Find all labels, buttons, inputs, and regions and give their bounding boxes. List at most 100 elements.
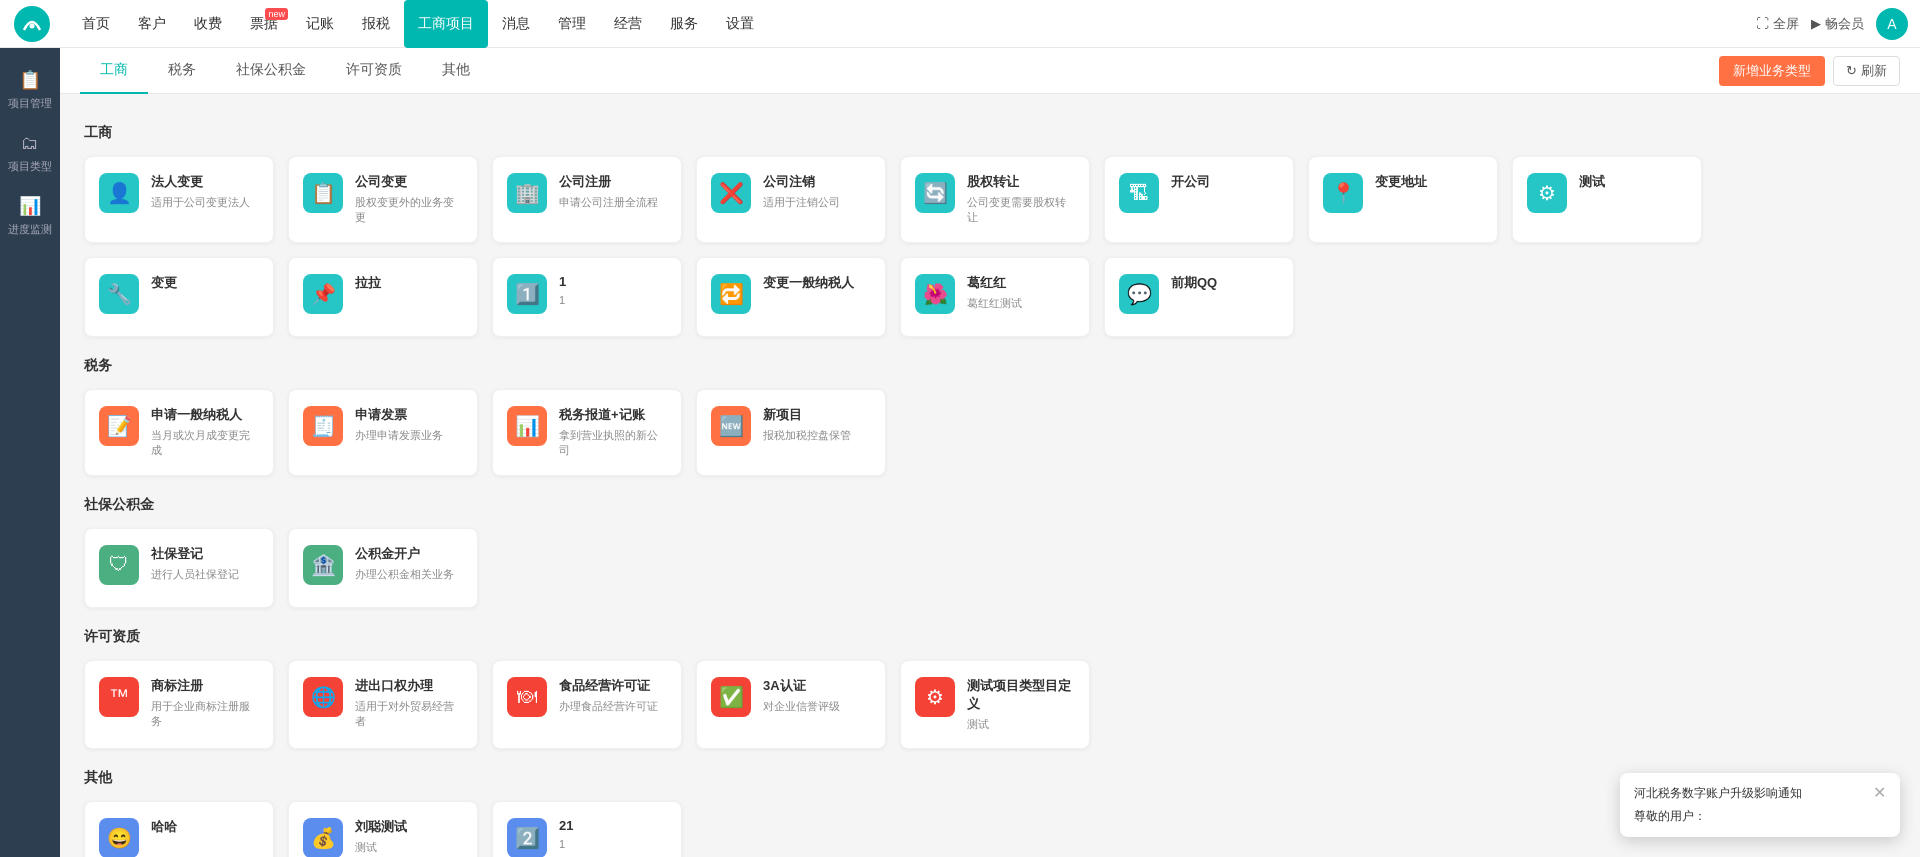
notif-close-button[interactable]: ✕	[1873, 785, 1886, 801]
refresh-button[interactable]: ↻ 刷新	[1833, 56, 1900, 86]
card-食品经营许可证[interactable]: 🍽 食品经营许可证 办理食品经营许可证	[492, 660, 682, 749]
card-icon: 💬	[1119, 274, 1159, 314]
main-content: 工商税务社保公积金许可资质其他 新增业务类型 ↻ 刷新 工商 👤 法人变更 适用…	[60, 48, 1920, 857]
card-title: 葛红红	[967, 274, 1075, 292]
card-text: 3A认证 对企业信誉评级	[763, 677, 871, 714]
card-title: 公积金开户	[355, 545, 463, 563]
card-1[interactable]: 1️⃣ 1 1	[492, 257, 682, 337]
nav-item-首页[interactable]: 首页	[68, 0, 124, 48]
card-desc: 办理食品经营许可证	[559, 699, 667, 714]
nav-item-报税[interactable]: 报税	[348, 0, 404, 48]
card-title: 公司变更	[355, 173, 463, 191]
avatar[interactable]: A	[1876, 8, 1908, 40]
nav-item-记账[interactable]: 记账	[292, 0, 348, 48]
nav-item-管理[interactable]: 管理	[544, 0, 600, 48]
card-text: 1 1	[559, 274, 667, 308]
sidebar: 📋项目管理🗂项目类型📊进度监测	[0, 48, 60, 857]
tab-工商[interactable]: 工商	[80, 48, 148, 94]
card-icon: 💰	[303, 818, 343, 857]
card-title: 开公司	[1171, 173, 1279, 191]
sidebar-item-项目类型[interactable]: 🗂项目类型	[0, 121, 60, 184]
card-title: 申请发票	[355, 406, 463, 424]
sidebar-item-项目管理[interactable]: 📋项目管理	[0, 58, 60, 121]
card-测试项目类型目定义[interactable]: ⚙ 测试项目类型目定义 测试	[900, 660, 1090, 749]
fullscreen-btn[interactable]: ⛶ 全屏	[1756, 15, 1799, 33]
notification-popup: 河北税务数字账户升级影响通知 ✕ 尊敬的用户：	[1620, 773, 1900, 837]
card-哈哈[interactable]: 😄 哈哈	[84, 801, 274, 857]
sidebar-item-进度监测[interactable]: 📊进度监测	[0, 184, 60, 247]
nav-item-客户[interactable]: 客户	[124, 0, 180, 48]
section-title-社保公积金: 社保公积金	[84, 496, 1896, 514]
card-text: 拉拉	[355, 274, 463, 296]
card-开公司[interactable]: 🏗 开公司	[1104, 156, 1294, 243]
card-申请发票[interactable]: 🧾 申请发票 办理申请发票业务	[288, 389, 478, 476]
card-进出口权办理[interactable]: 🌐 进出口权办理 适用于对外贸易经营者	[288, 660, 478, 749]
logo	[12, 4, 52, 44]
card-股权转让[interactable]: 🔄 股权转让 公司变更需要股权转让	[900, 156, 1090, 243]
card-desc: 办理申请发票业务	[355, 428, 463, 443]
member-icon: ▶	[1811, 16, 1821, 31]
card-公司注册[interactable]: 🏢 公司注册 申请公司注册全流程	[492, 156, 682, 243]
nav-item-设置[interactable]: 设置	[712, 0, 768, 48]
card-text: 前期QQ	[1171, 274, 1279, 296]
nav-item-消息[interactable]: 消息	[488, 0, 544, 48]
card-icon: 🧾	[303, 406, 343, 446]
sidebar-icon: 📊	[18, 194, 42, 218]
nav-item-服务[interactable]: 服务	[656, 0, 712, 48]
card-text: 公司注册 申请公司注册全流程	[559, 173, 667, 210]
nav-item-票据[interactable]: 票据new	[236, 0, 292, 48]
card-申请一般纳税人[interactable]: 📝 申请一般纳税人 当月或次月成变更完成	[84, 389, 274, 476]
card-title: 测试	[1579, 173, 1687, 191]
fullscreen-icon: ⛶	[1756, 16, 1769, 31]
tab-社保公积金[interactable]: 社保公积金	[216, 48, 326, 94]
nav-item-收费[interactable]: 收费	[180, 0, 236, 48]
card-text: 21 1	[559, 818, 667, 852]
card-变更一般纳税人[interactable]: 🔁 变更一般纳税人	[696, 257, 886, 337]
card-变更地址[interactable]: 📍 变更地址	[1308, 156, 1498, 243]
card-新项目[interactable]: 🆕 新项目 报税加税控盘保管	[696, 389, 886, 476]
member-label: 畅会员	[1825, 15, 1864, 33]
card-text: 股权转让 公司变更需要股权转让	[967, 173, 1075, 226]
member-btn[interactable]: ▶ 畅会员	[1811, 15, 1864, 33]
card-3A认证[interactable]: ✅ 3A认证 对企业信誉评级	[696, 660, 886, 749]
card-title: 股权转让	[967, 173, 1075, 191]
card-title: 测试项目类型目定义	[967, 677, 1075, 713]
card-社保登记[interactable]: 🛡 社保登记 进行人员社保登记	[84, 528, 274, 608]
new-type-button[interactable]: 新增业务类型	[1719, 56, 1825, 86]
notif-title: 河北税务数字账户升级影响通知	[1634, 785, 1802, 802]
card-desc: 适用于公司变更法人	[151, 195, 259, 210]
card-21[interactable]: 2️⃣ 21 1	[492, 801, 682, 857]
card-公司变更[interactable]: 📋 公司变更 股权变更外的业务变更	[288, 156, 478, 243]
card-title: 变更一般纳税人	[763, 274, 871, 292]
card-icon: ⚙	[915, 677, 955, 717]
card-变更[interactable]: 🔧 变更	[84, 257, 274, 337]
tab-bar: 工商税务社保公积金许可资质其他 新增业务类型 ↻ 刷新	[60, 48, 1920, 94]
card-text: 税务报道+记账 拿到营业执照的新公司	[559, 406, 667, 459]
card-刘聪测试[interactable]: 💰 刘聪测试 测试	[288, 801, 478, 857]
card-测试[interactable]: ⚙ 测试	[1512, 156, 1702, 243]
card-税务报道+记账[interactable]: 📊 税务报道+记账 拿到营业执照的新公司	[492, 389, 682, 476]
card-icon: ❌	[711, 173, 751, 213]
card-葛红红[interactable]: 🌺 葛红红 葛红红测试	[900, 257, 1090, 337]
card-前期QQ[interactable]: 💬 前期QQ	[1104, 257, 1294, 337]
tab-许可资质[interactable]: 许可资质	[326, 48, 422, 94]
nav-item-工商项目[interactable]: 工商项目	[404, 0, 488, 48]
card-title: 申请一般纳税人	[151, 406, 259, 424]
card-icon: 🏦	[303, 545, 343, 585]
card-公积金开户[interactable]: 🏦 公积金开户 办理公积金相关业务	[288, 528, 478, 608]
card-text: 变更一般纳税人	[763, 274, 871, 296]
card-公司注销[interactable]: ❌ 公司注销 适用于注销公司	[696, 156, 886, 243]
cards-grid-许可资质: ™ 商标注册 用于企业商标注册服务 🌐 进出口权办理 适用于对外贸易经营者 🍽 …	[84, 660, 1896, 749]
sidebar-icon: 📋	[18, 68, 42, 92]
tab-其他[interactable]: 其他	[422, 48, 490, 94]
card-icon: ⚙	[1527, 173, 1567, 213]
tab-税务[interactable]: 税务	[148, 48, 216, 94]
nav-item-经营[interactable]: 经营	[600, 0, 656, 48]
card-icon: 📋	[303, 173, 343, 213]
card-法人变更[interactable]: 👤 法人变更 适用于公司变更法人	[84, 156, 274, 243]
card-icon: 🌺	[915, 274, 955, 314]
card-商标注册[interactable]: ™ 商标注册 用于企业商标注册服务	[84, 660, 274, 749]
card-title: 公司注册	[559, 173, 667, 191]
card-拉拉[interactable]: 📌 拉拉	[288, 257, 478, 337]
card-title: 拉拉	[355, 274, 463, 292]
